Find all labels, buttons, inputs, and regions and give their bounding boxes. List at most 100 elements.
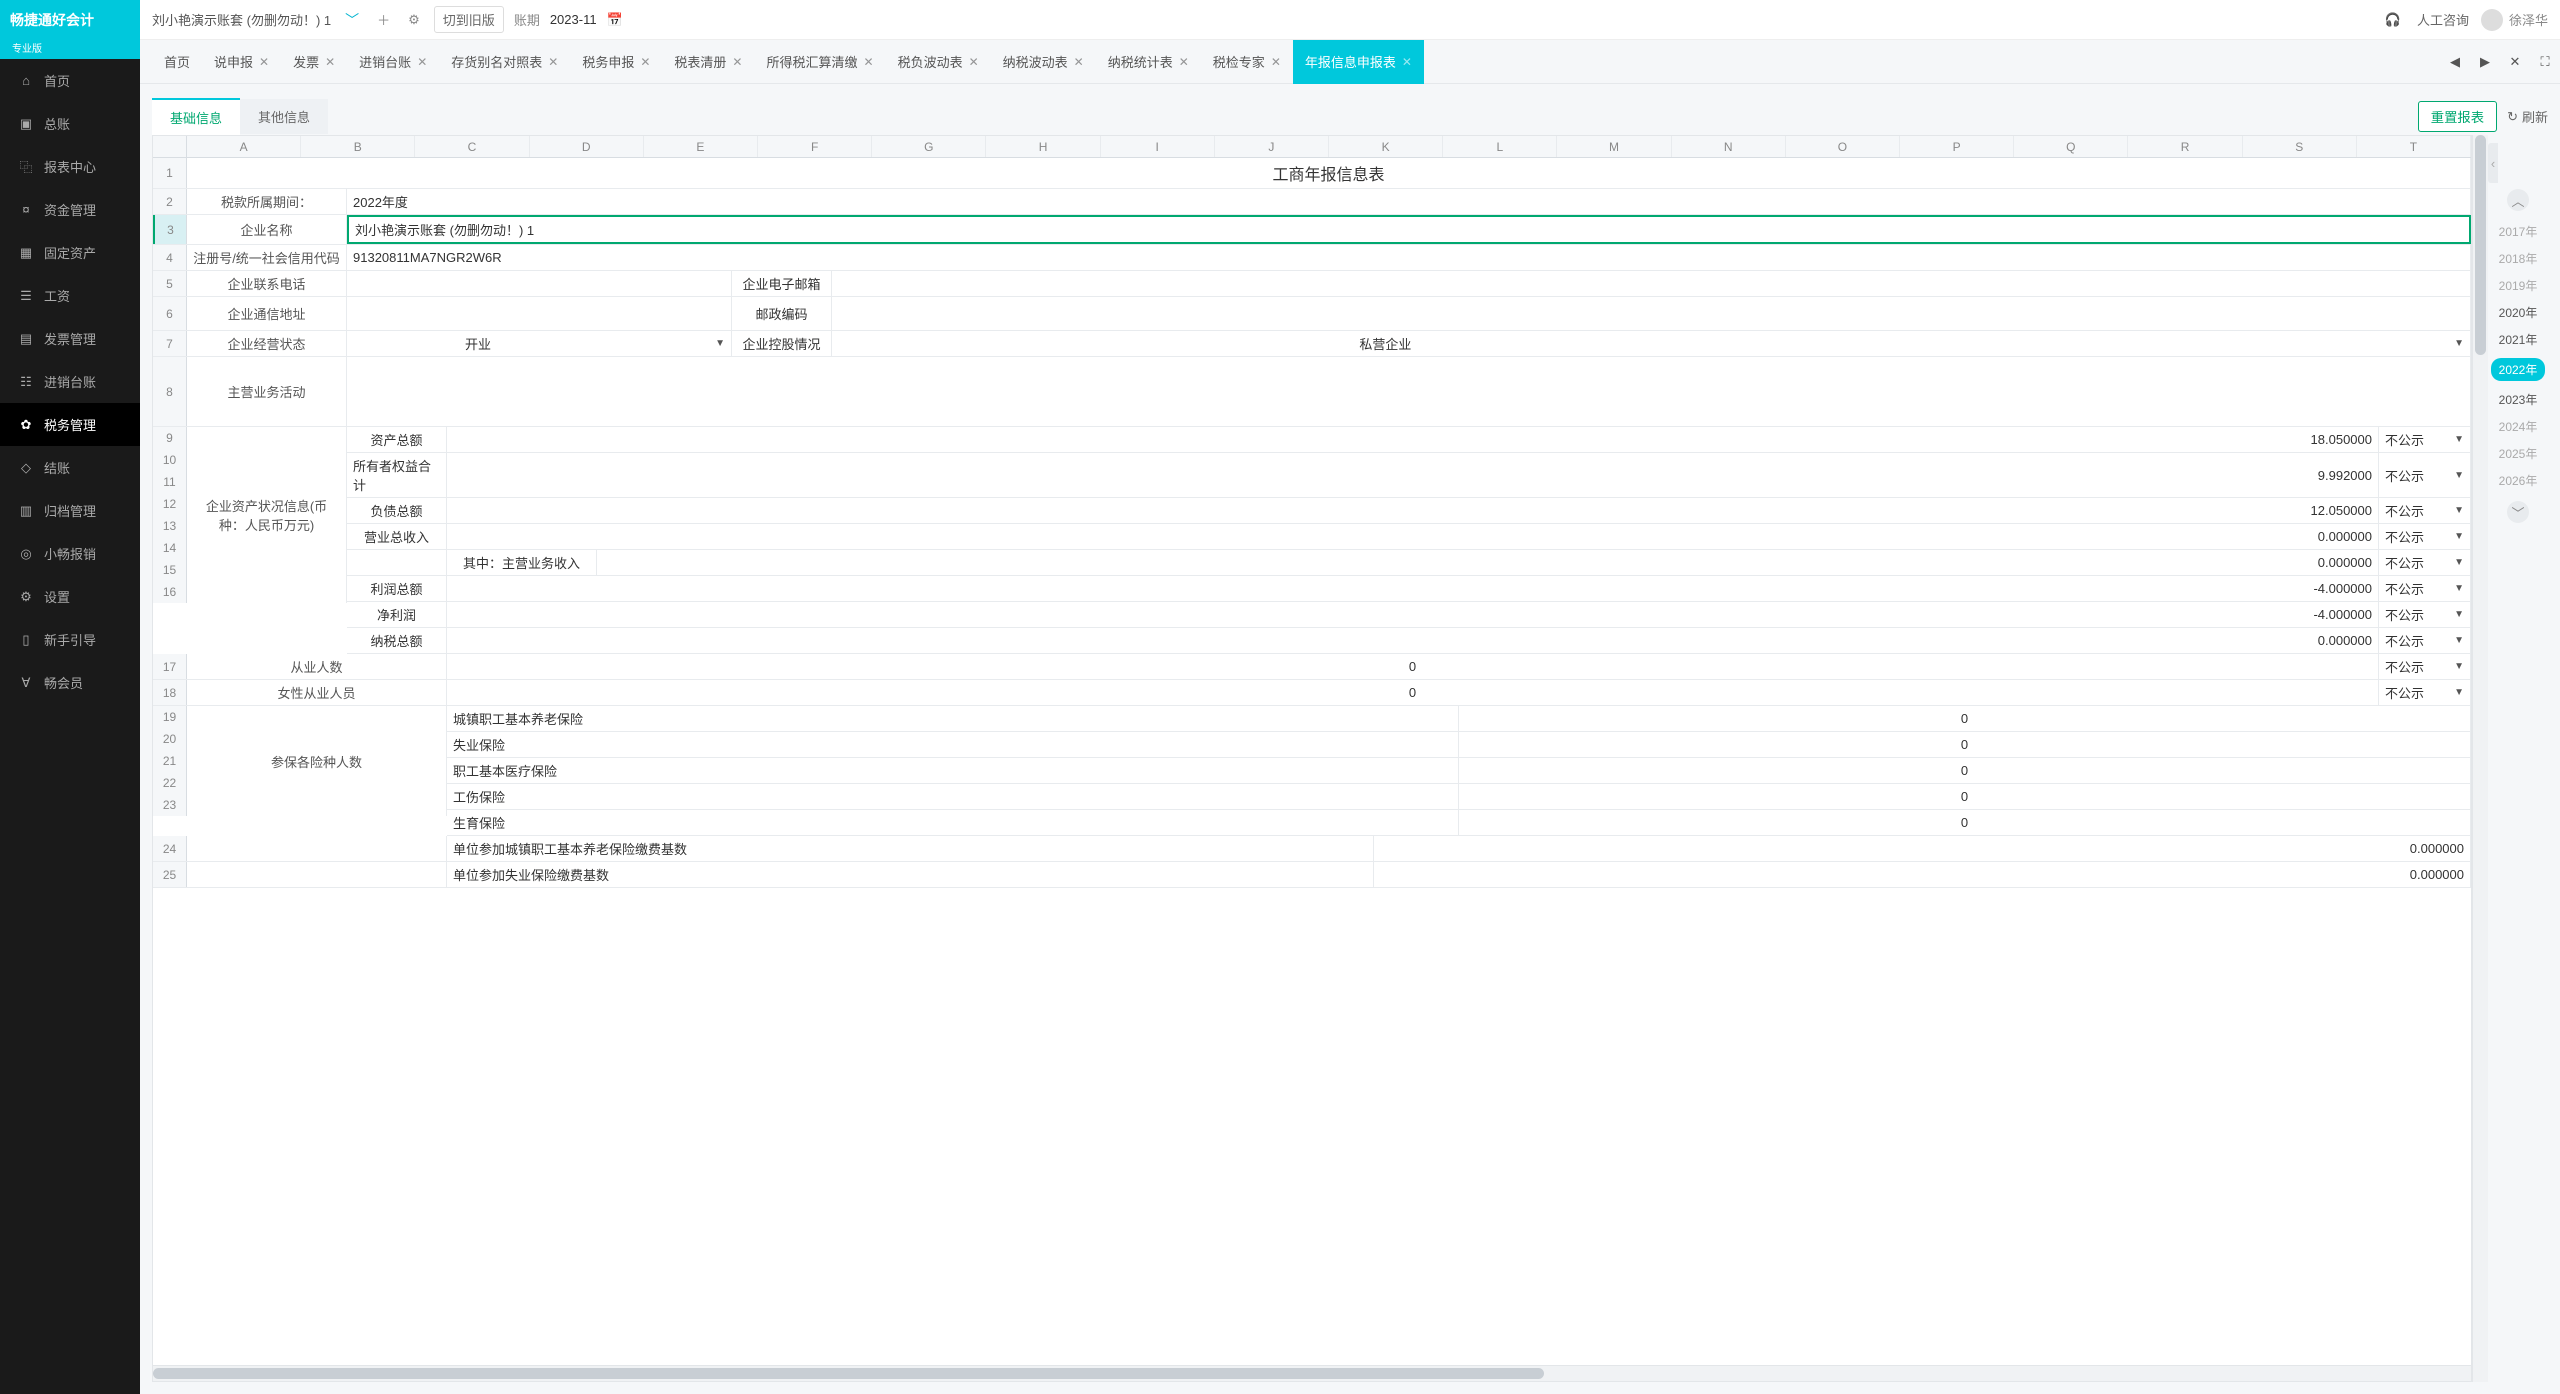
nav-reports[interactable]: ⿻报表中心	[0, 145, 140, 188]
year-2018年[interactable]: 2018年	[2499, 250, 2538, 267]
subtab-other[interactable]: 其他信息	[240, 99, 328, 134]
col-E[interactable]: E	[644, 136, 758, 157]
year-2020年[interactable]: 2020年	[2499, 304, 2538, 321]
tabs-prev[interactable]: ◀	[2440, 47, 2470, 77]
tab-进销台账[interactable]: 进销台账✕	[347, 40, 439, 84]
tab-close-icon[interactable]: ✕	[969, 55, 979, 69]
nav-assets[interactable]: ▦固定资产	[0, 231, 140, 274]
assets-total[interactable]: 18.050000	[447, 427, 2379, 452]
col-C[interactable]: C	[415, 136, 529, 157]
vertical-scrollbar[interactable]	[2472, 135, 2488, 1382]
col-G[interactable]: G	[872, 136, 986, 157]
mainbiz-val[interactable]	[347, 357, 2471, 426]
publish-select[interactable]: 不公示▼	[2379, 498, 2471, 523]
tab-close-icon[interactable]: ✕	[1074, 55, 1084, 69]
year-2022年[interactable]: 2022年	[2491, 358, 2546, 381]
col-K[interactable]: K	[1329, 136, 1443, 157]
col-I[interactable]: I	[1101, 136, 1215, 157]
tab-close-icon[interactable]: ✕	[732, 55, 742, 69]
publish-select[interactable]: 不公示▼	[2379, 576, 2471, 601]
tab-说申报[interactable]: 说申报✕	[202, 40, 281, 84]
publish-select[interactable]: 不公示▼	[2379, 628, 2471, 653]
tab-税检专家[interactable]: 税检专家✕	[1201, 40, 1293, 84]
net-profit[interactable]: -4.000000	[447, 602, 2379, 627]
addr-val[interactable]	[347, 297, 732, 330]
year-2019年[interactable]: 2019年	[2499, 277, 2538, 294]
ins-medical[interactable]: 0	[1459, 758, 2471, 783]
publish-select[interactable]: 不公示▼	[2379, 550, 2471, 575]
row-num[interactable]: 1	[153, 158, 187, 188]
tab-close-icon[interactable]: ✕	[548, 55, 558, 69]
col-S[interactable]: S	[2243, 136, 2357, 157]
tabs-next[interactable]: ▶	[2470, 47, 2500, 77]
profit-total[interactable]: -4.000000	[447, 576, 2379, 601]
col-T[interactable]: T	[2357, 136, 2471, 157]
calendar-icon[interactable]: 📅	[607, 12, 623, 28]
holding-select[interactable]: 私营企业▼	[832, 331, 2471, 356]
ins-pension[interactable]: 0	[1459, 706, 2471, 731]
email-val[interactable]	[832, 271, 2471, 296]
equity-total[interactable]: 9.992000	[447, 453, 2379, 497]
reg-val[interactable]: 91320811MA7NGR2W6R	[347, 245, 2471, 270]
tab-纳税波动表[interactable]: 纳税波动表✕	[991, 40, 1096, 84]
account-dropdown[interactable]: ﹀	[341, 6, 363, 34]
rev-main[interactable]: 0.000000	[597, 550, 2379, 575]
col-N[interactable]: N	[1672, 136, 1786, 157]
nav-xiaochang[interactable]: ◎小畅报销	[0, 532, 140, 575]
select-all-corner[interactable]	[153, 136, 187, 157]
refresh-button[interactable]: ↻刷新	[2507, 107, 2548, 126]
col-H[interactable]: H	[986, 136, 1100, 157]
tab-close-icon[interactable]: ✕	[325, 55, 335, 69]
year-2023年[interactable]: 2023年	[2499, 391, 2538, 408]
year-2021年[interactable]: 2021年	[2499, 331, 2538, 348]
year-2025年[interactable]: 2025年	[2499, 445, 2538, 462]
nav-ledger[interactable]: ▣总账	[0, 102, 140, 145]
tab-close-icon[interactable]: ✕	[1271, 55, 1281, 69]
tab-close-icon[interactable]: ✕	[864, 55, 874, 69]
grid-body[interactable]: 1 工商年报信息表 2 税款所属期间： 2022年度 3 企业名称 刘小艳演示账…	[153, 158, 2471, 1365]
year-down[interactable]: ﹀	[2507, 501, 2529, 523]
tab-close-icon[interactable]: ✕	[259, 55, 269, 69]
tab-存货别名对照表[interactable]: 存货别名对照表✕	[439, 40, 570, 84]
phone-val[interactable]	[347, 271, 732, 296]
consult-icon[interactable]: 🎧	[2381, 8, 2405, 32]
reset-report-button[interactable]: 重置报表	[2418, 101, 2497, 132]
emp-count[interactable]: 0	[447, 654, 2379, 679]
col-L[interactable]: L	[1443, 136, 1557, 157]
nav-salary[interactable]: ☰工资	[0, 274, 140, 317]
company-name-cell[interactable]: 刘小艳演示账套 (勿删勿动！) 1	[347, 215, 2471, 244]
col-D[interactable]: D	[530, 136, 644, 157]
ins-maternity[interactable]: 0	[1459, 810, 2471, 835]
user-menu[interactable]: 徐泽华	[2481, 9, 2548, 31]
tab-发票[interactable]: 发票✕	[281, 40, 347, 84]
col-M[interactable]: M	[1557, 136, 1671, 157]
nav-guide[interactable]: ▯新手引导	[0, 618, 140, 661]
publish-select[interactable]: 不公示▼	[2379, 680, 2471, 705]
year-2024年[interactable]: 2024年	[2499, 418, 2538, 435]
subtab-basic[interactable]: 基础信息	[152, 98, 240, 135]
col-B[interactable]: B	[301, 136, 415, 157]
ins-injury[interactable]: 0	[1459, 784, 2471, 809]
nav-invoice[interactable]: ▤发票管理	[0, 317, 140, 360]
ins-unemp[interactable]: 0	[1459, 732, 2471, 757]
tabs-close-all[interactable]: ✕	[2500, 47, 2530, 77]
year-up[interactable]: ︿	[2507, 189, 2529, 211]
horizontal-scrollbar[interactable]	[153, 1365, 2471, 1381]
tab-税务申报[interactable]: 税务申报✕	[570, 40, 662, 84]
tab-首页[interactable]: 首页	[152, 40, 202, 84]
tab-年报信息申报表[interactable]: 年报信息申报表✕	[1293, 40, 1424, 84]
nav-funds[interactable]: ¤资金管理	[0, 188, 140, 231]
publish-select[interactable]: 不公示▼	[2379, 427, 2471, 452]
postal-val[interactable]	[832, 297, 2471, 330]
nav-settings[interactable]: ⚙设置	[0, 575, 140, 618]
tab-所得税汇算清缴[interactable]: 所得税汇算清缴✕	[754, 40, 885, 84]
publish-select[interactable]: 不公示▼	[2379, 602, 2471, 627]
col-J[interactable]: J	[1215, 136, 1329, 157]
year-2017年[interactable]: 2017年	[2499, 223, 2538, 240]
tab-税负波动表[interactable]: 税负波动表✕	[886, 40, 991, 84]
nav-home[interactable]: ⌂首页	[0, 59, 140, 102]
female-count[interactable]: 0	[447, 680, 2379, 705]
tab-close-icon[interactable]: ✕	[1402, 55, 1412, 69]
publish-select[interactable]: 不公示▼	[2379, 453, 2471, 497]
tab-纳税统计表[interactable]: 纳税统计表✕	[1096, 40, 1201, 84]
